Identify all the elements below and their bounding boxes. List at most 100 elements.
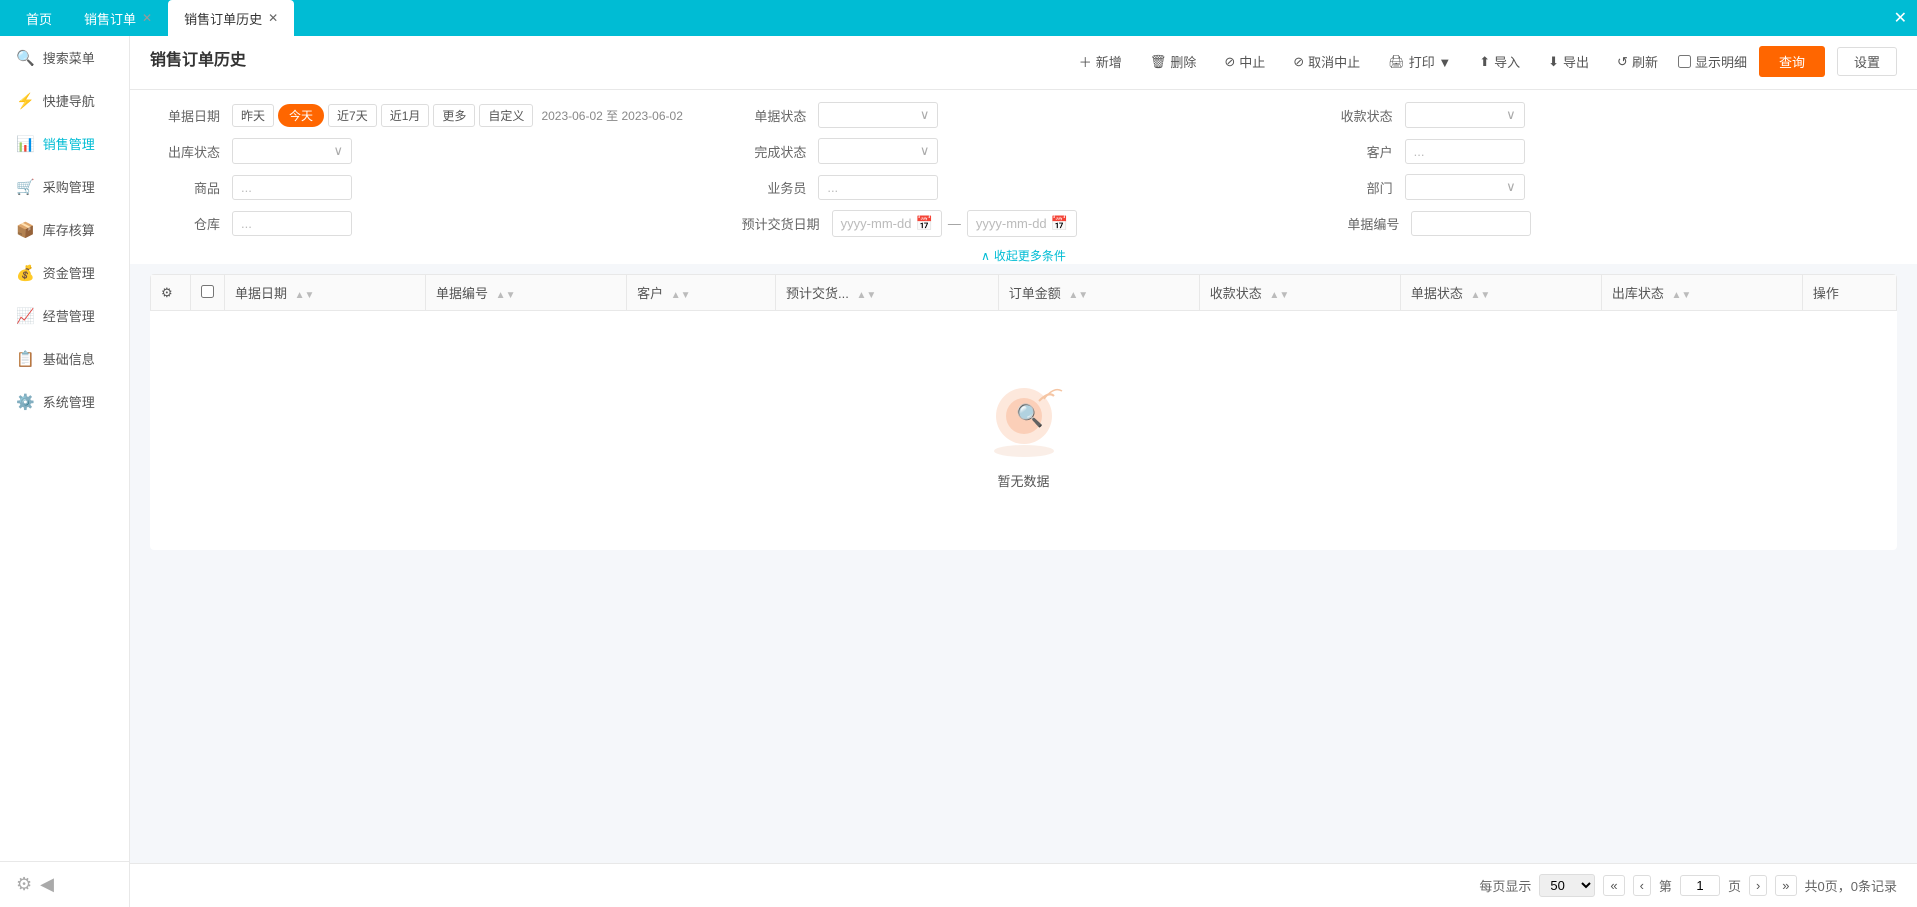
orderno-input[interactable] <box>1411 211 1531 236</box>
delivery-to-text: yyyy-mm-dd <box>976 216 1047 231</box>
first-page-button[interactable]: « <box>1603 875 1624 896</box>
salesperson-input[interactable]: ... <box>818 175 938 200</box>
date-yesterday[interactable]: 昨天 <box>232 104 274 127</box>
delivery-from-text: yyyy-mm-dd <box>841 216 912 231</box>
query-button[interactable]: 查询 <box>1759 46 1825 77</box>
receipt-label: 收款状态 <box>1323 106 1393 125</box>
date-1month[interactable]: 近1月 <box>381 104 430 127</box>
import-label: 导入 <box>1494 52 1520 71</box>
sidebar-item-finance[interactable]: 💰 资金管理 <box>0 251 129 294</box>
tab-home[interactable]: 首页 <box>10 0 68 36</box>
sidebar-item-search-menu-label: 搜索菜单 <box>43 48 95 67</box>
tab-sales-order-close[interactable]: ✕ <box>142 11 152 25</box>
sidebar-settings-icon[interactable]: ⚙ <box>16 874 32 895</box>
sidebar-item-operations[interactable]: 📈 经营管理 <box>0 294 129 337</box>
last-page-button[interactable]: » <box>1775 875 1796 896</box>
window-close-icon[interactable]: ✕ <box>1894 8 1907 28</box>
prev-page-button[interactable]: ‹ <box>1633 875 1651 896</box>
select-all-checkbox[interactable] <box>201 285 214 298</box>
collapse-button[interactable]: ∧ 收起更多条件 <box>150 247 1897 264</box>
th-amount-label: 订单金额 <box>1009 286 1061 301</box>
th-date: 单据日期 ▲▼ <box>225 275 426 311</box>
sidebar-item-basic-info[interactable]: 📋 基础信息 <box>0 337 129 380</box>
purchase-mgmt-icon: 🛒 <box>16 178 35 196</box>
th-no-sort[interactable]: ▲▼ <box>496 290 516 301</box>
filter-row-1: 单据日期 昨天 今天 近7天 近1月 更多 自定义 2023-06-02 至 2… <box>150 102 1897 128</box>
sidebar-collapse-icon[interactable]: ◀ <box>40 874 54 895</box>
empty-row: 🔍 暂无数据 <box>151 311 1897 551</box>
tab-sales-order[interactable]: 销售订单 ✕ <box>68 0 168 36</box>
sidebar-item-quick-nav-label: 快捷导航 <box>43 91 95 110</box>
receipt-select[interactable]: ∨ <box>1405 102 1525 128</box>
delivery-to-input[interactable]: yyyy-mm-dd 📅 <box>967 210 1077 237</box>
out-arrow-icon: ∨ <box>333 143 343 159</box>
th-check[interactable] <box>191 275 225 311</box>
th-receipt-status-sort[interactable]: ▲▼ <box>1269 290 1289 301</box>
th-customer-sort[interactable]: ▲▼ <box>671 290 691 301</box>
th-out-status: 出库状态 ▲▼ <box>1601 275 1802 311</box>
warehouse-input[interactable]: ... <box>232 211 352 236</box>
sidebar-item-quick-nav[interactable]: ⚡ 快捷导航 <box>0 79 129 122</box>
next-page-button[interactable]: › <box>1749 875 1767 896</box>
set-button[interactable]: 设置 <box>1837 47 1897 76</box>
quick-nav-icon: ⚡ <box>16 92 35 110</box>
complete-arrow-icon: ∨ <box>920 143 930 159</box>
print-button[interactable]: 🖨 打印 ▼ <box>1380 48 1459 75</box>
sidebar-bottom: ⚙ ◀ <box>0 861 129 907</box>
th-date-sort[interactable]: ▲▼ <box>295 290 315 301</box>
th-amount-sort[interactable]: ▲▼ <box>1068 290 1088 301</box>
stop-button[interactable]: ⊘ 中止 <box>1216 48 1273 75</box>
toolbar: ＋ 新增 🗑 删除 ⊘ 中止 ⊘ 取消中止 <box>1071 46 1897 89</box>
th-setting[interactable]: ⚙ <box>151 275 191 311</box>
status-label: 单据状态 <box>736 106 806 125</box>
filter-row-4: 仓库 ... 预计交货日期 yyyy-mm-dd 📅 — yyyy-mm-dd <box>150 210 1897 237</box>
th-out-status-sort[interactable]: ▲▼ <box>1671 290 1691 301</box>
date-control: 昨天 今天 近7天 近1月 更多 自定义 2023-06-02 至 2023-0… <box>232 104 724 127</box>
sidebar-item-inventory[interactable]: 📦 库存核算 <box>0 208 129 251</box>
sidebar-item-purchase-mgmt[interactable]: 🛒 采购管理 <box>0 165 129 208</box>
title-toolbar-bar: 销售订单历史 ＋ 新增 🗑 删除 ⊘ 中止 ⊘ <box>130 36 1917 90</box>
per-page-select[interactable]: 50 10 20 100 <box>1539 874 1595 897</box>
date-separator: — <box>948 216 961 231</box>
sidebar-item-sales-mgmt[interactable]: 📊 销售管理 <box>0 122 129 165</box>
goods-input[interactable]: ... <box>232 175 352 200</box>
dept-select[interactable]: ∨ <box>1405 174 1525 200</box>
date-more[interactable]: 更多 <box>433 104 475 127</box>
date-custom[interactable]: 自定义 <box>479 104 533 127</box>
delivery-label: 预计交货日期 <box>730 214 820 233</box>
date-7days[interactable]: 近7天 <box>328 104 377 127</box>
warehouse-label: 仓库 <box>150 214 220 233</box>
filter-row-3: 商品 ... 业务员 ... 部门 ∨ <box>150 174 1897 200</box>
complete-select[interactable]: ∨ <box>818 138 938 164</box>
table-area: ⚙ 单据日期 ▲▼ 单据编号 ▲▼ 客户 ▲▼ <box>130 264 1917 863</box>
th-delivery-label: 预计交货... <box>786 286 849 301</box>
date-range: 2023-06-02 至 2023-06-02 <box>541 107 682 124</box>
export-button[interactable]: ⬇ 导出 <box>1540 48 1597 75</box>
status-select[interactable]: ∨ <box>818 102 938 128</box>
refresh-button[interactable]: ↺ 刷新 <box>1609 48 1666 75</box>
page-title: 销售订单历史 <box>150 46 246 82</box>
out-select[interactable]: ∨ <box>232 138 352 164</box>
cancel-stop-icon: ⊘ <box>1293 54 1304 70</box>
table-header-row: ⚙ 单据日期 ▲▼ 单据编号 ▲▼ 客户 ▲▼ <box>151 275 1897 311</box>
page-input[interactable] <box>1680 875 1720 896</box>
collapse-label: 收起更多条件 <box>994 247 1066 264</box>
th-delivery-sort[interactable]: ▲▼ <box>857 290 877 301</box>
new-button[interactable]: ＋ 新增 <box>1071 48 1130 75</box>
finance-icon: 💰 <box>16 264 35 282</box>
th-bill-status-sort[interactable]: ▲▼ <box>1470 290 1490 301</box>
tab-sales-order-label: 销售订单 <box>84 9 136 28</box>
show-detail-checkbox[interactable] <box>1678 55 1691 68</box>
sidebar-item-sys-mgmt[interactable]: ⚙️ 系统管理 <box>0 380 129 423</box>
delete-label: 删除 <box>1170 52 1196 71</box>
import-button[interactable]: ⬆ 导入 <box>1471 48 1528 75</box>
tab-sales-history-close[interactable]: ✕ <box>268 11 278 25</box>
tab-sales-history[interactable]: 销售订单历史 ✕ <box>168 0 294 36</box>
date-today[interactable]: 今天 <box>278 104 324 127</box>
sidebar-item-purchase-mgmt-label: 采购管理 <box>43 177 95 196</box>
sidebar-item-search-menu[interactable]: 🔍 搜索菜单 <box>0 36 129 79</box>
cancel-stop-button[interactable]: ⊘ 取消中止 <box>1285 48 1368 75</box>
delete-button[interactable]: 🗑 删除 <box>1142 48 1205 75</box>
customer-input[interactable]: ... <box>1405 139 1525 164</box>
delivery-from-input[interactable]: yyyy-mm-dd 📅 <box>832 210 942 237</box>
